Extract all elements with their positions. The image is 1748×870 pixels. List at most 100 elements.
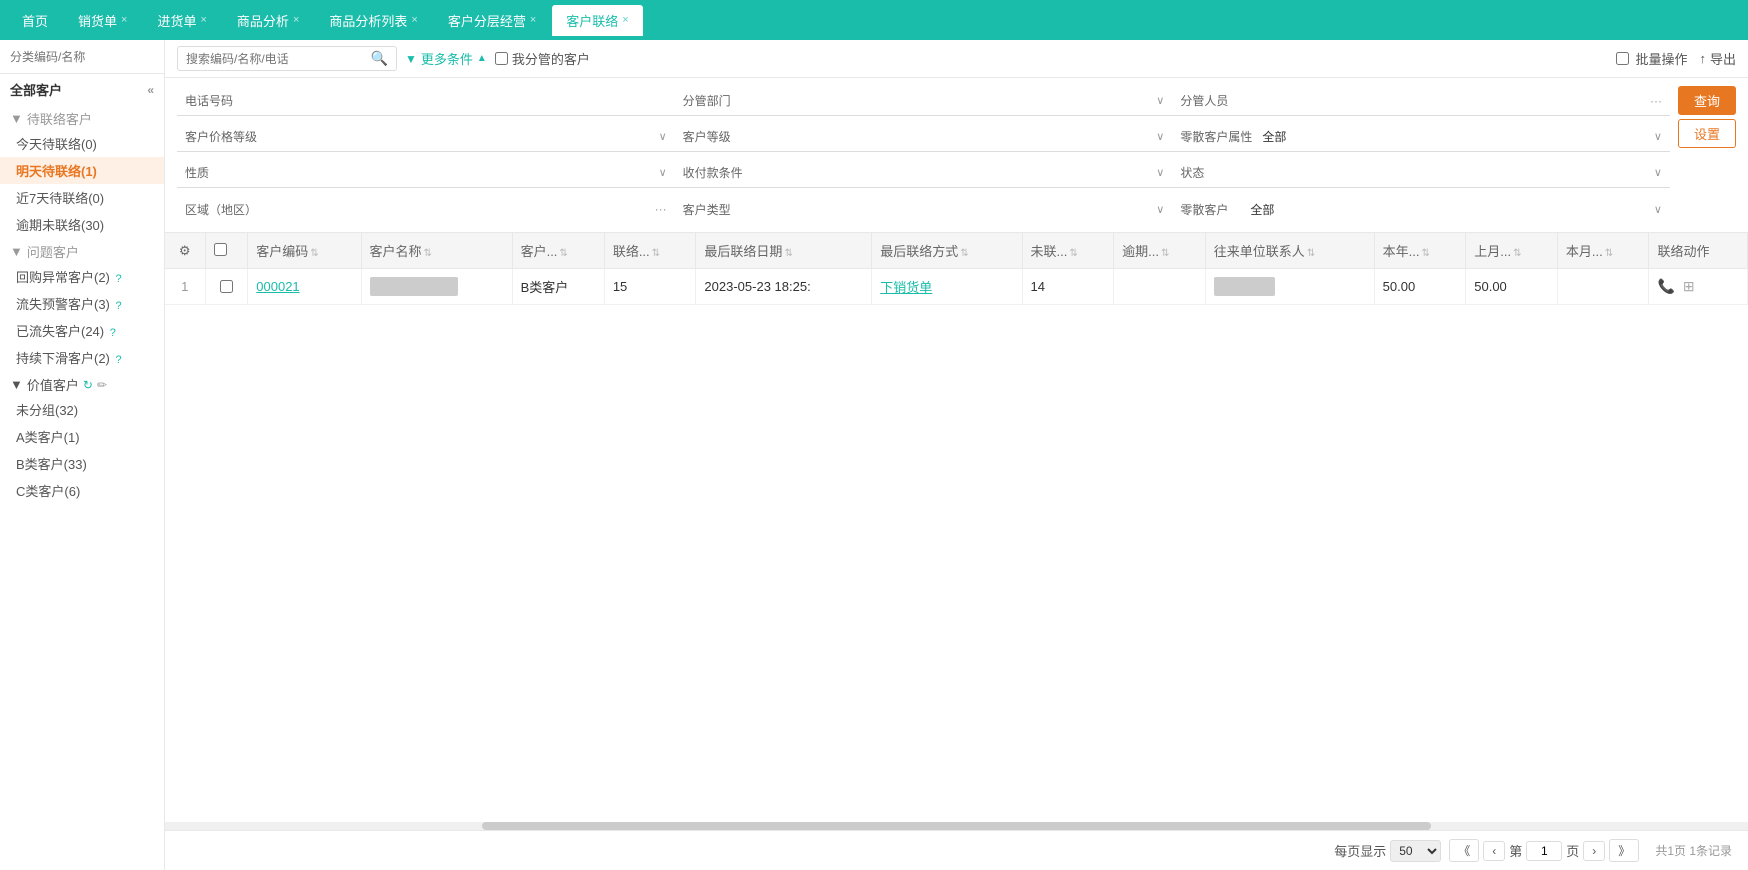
col-type[interactable]: 客户...⇅ — [512, 233, 604, 269]
nav-product-analysis-list[interactable]: 商品分析列表 × — [315, 5, 431, 36]
sort-icon: ⇅ — [1161, 248, 1169, 259]
sidebar-item-repurchase[interactable]: 回购异常客户(2) ? — [0, 263, 164, 290]
close-icon[interactable]: × — [200, 14, 206, 26]
close-icon[interactable]: × — [530, 14, 536, 26]
chevron-down-icon[interactable]: ∨ — [1654, 203, 1662, 216]
status-input[interactable] — [1246, 166, 1648, 180]
col-this-month[interactable]: 本月...⇅ — [1557, 233, 1649, 269]
customer-type-input[interactable] — [749, 202, 1151, 216]
chevron-down-icon[interactable]: ∨ — [1156, 203, 1164, 216]
close-icon[interactable]: × — [293, 14, 299, 26]
first-page-button[interactable]: 《 — [1449, 839, 1479, 862]
row-checkbox-cell — [205, 269, 248, 305]
col-last-date[interactable]: 最后联络日期⇅ — [696, 233, 872, 269]
payment-input[interactable] — [749, 166, 1151, 180]
sidebar-item-ungrouped[interactable]: 未分组(32) — [0, 396, 164, 423]
customer-level-input[interactable] — [749, 130, 1151, 144]
prev-page-button[interactable]: ‹ — [1483, 841, 1505, 861]
sidebar-item-b-class[interactable]: B类客户(33) — [0, 450, 164, 477]
chevron-down-icon[interactable]: ∨ — [659, 130, 667, 143]
status-label: 状态 — [1180, 164, 1240, 181]
search-box[interactable]: 🔍 — [177, 46, 397, 71]
sidebar-item-today[interactable]: 今天待联络(0) — [0, 130, 164, 157]
more-filter-button[interactable]: ▼ 更多条件 ▲ — [405, 49, 487, 68]
page-number-input[interactable] — [1526, 841, 1562, 861]
search-icon[interactable]: 🔍 — [371, 50, 388, 67]
col-gear[interactable]: ⚙ — [165, 233, 205, 269]
last-page-button[interactable]: 》 — [1609, 839, 1639, 862]
horizontal-scrollbar[interactable] — [165, 822, 1748, 830]
row-last-method[interactable]: 下销货单 — [872, 269, 1022, 305]
row-code[interactable]: 000021 — [248, 269, 361, 305]
dept-input[interactable] — [749, 94, 1151, 108]
row-checkbox[interactable] — [220, 280, 233, 293]
table-row: 1 000021 B类客户 15 2023-05-23 18:25: 下销货单 … — [165, 269, 1748, 305]
sidebar-item-tomorrow[interactable]: 明天待联络(1) — [0, 157, 164, 184]
search-input[interactable] — [186, 52, 371, 66]
chevron-down-icon[interactable]: ∨ — [1156, 166, 1164, 179]
col-name[interactable]: 客户名称⇅ — [361, 233, 512, 269]
grid-action-icon[interactable]: ⊞ — [1683, 278, 1695, 295]
sidebar-item-declining[interactable]: 持续下滑客户(2) ? — [0, 344, 164, 371]
chevron-down-icon[interactable]: ∨ — [659, 166, 667, 179]
nav-customer-segment[interactable]: 客户分层经营 × — [434, 5, 550, 36]
sidebar-group-problem[interactable]: ▼ 问题客户 — [0, 238, 164, 263]
chevron-down-icon[interactable]: ∨ — [1156, 130, 1164, 143]
sidebar-item-a-class[interactable]: A类客户(1) — [0, 423, 164, 450]
sidebar-search-box[interactable]: 🔍 — [0, 40, 164, 74]
col-code[interactable]: 客户编码⇅ — [248, 233, 361, 269]
sidebar-item-overdue[interactable]: 逾期未联络(30) — [0, 211, 164, 238]
chevron-down-icon[interactable]: ∨ — [1654, 166, 1662, 179]
phone-input[interactable] — [251, 94, 667, 108]
close-icon[interactable]: × — [411, 14, 417, 26]
phone-action-icon[interactable]: 📞 — [1657, 278, 1674, 295]
settings-button[interactable]: 设置 — [1678, 119, 1736, 148]
edit-icon[interactable]: ✏ — [97, 378, 107, 392]
manager-input[interactable] — [1246, 94, 1644, 108]
page-size-select[interactable]: 50 100 200 — [1390, 840, 1441, 862]
col-this-year[interactable]: 本年...⇅ — [1374, 233, 1466, 269]
sidebar-group-value[interactable]: ▼ 价值客户 ↻ ✏ — [0, 371, 164, 396]
sidebar-search-input[interactable] — [10, 50, 165, 64]
nav-customer-contact[interactable]: 客户联络 × — [552, 5, 642, 36]
scrollbar-thumb[interactable] — [482, 822, 1432, 830]
group-title: 待联络客户 — [27, 109, 92, 128]
col-contact-person[interactable]: 往来单位联系人⇅ — [1205, 233, 1374, 269]
nav-product-analysis[interactable]: 商品分析 × — [223, 5, 313, 36]
refresh-icon[interactable]: ↻ — [83, 378, 93, 392]
sidebar-item-lost[interactable]: 已流失客户(24) ? — [0, 317, 164, 344]
col-contact-count[interactable]: 联络...⇅ — [604, 233, 696, 269]
sidebar-item-7days[interactable]: 近7天待联络(0) — [0, 184, 164, 211]
sidebar-item-lostwarning[interactable]: 流失预警客户(3) ? — [0, 290, 164, 317]
batch-operation-button[interactable]: 批量操作 — [1616, 49, 1687, 68]
batch-checkbox[interactable] — [1616, 52, 1629, 65]
nav-home[interactable]: 首页 — [8, 5, 62, 36]
col-last-month[interactable]: 上月...⇅ — [1466, 233, 1558, 269]
close-icon[interactable]: × — [622, 14, 628, 26]
more-icon[interactable]: ··· — [655, 202, 667, 216]
export-button[interactable]: ↑ 导出 — [1699, 49, 1736, 68]
export-icon: ↑ — [1699, 51, 1706, 66]
price-level-input[interactable] — [263, 130, 653, 144]
chevron-down-icon[interactable]: ∨ — [1156, 94, 1164, 107]
next-page-button[interactable]: › — [1583, 841, 1605, 861]
col-overdue[interactable]: 逾期...⇅ — [1114, 233, 1206, 269]
more-icon[interactable]: ··· — [1650, 94, 1662, 108]
my-customer-checkbox[interactable] — [495, 52, 508, 65]
select-all-checkbox[interactable] — [214, 243, 227, 256]
sidebar-item-c-class[interactable]: C类客户(6) — [0, 477, 164, 504]
my-customer-checkbox-label[interactable]: 我分管的客户 — [495, 49, 590, 68]
sidebar-group-pending[interactable]: ▼ 待联络客户 — [0, 105, 164, 130]
sidebar-all-customers[interactable]: 全部客户 « — [0, 74, 164, 105]
query-button[interactable]: 查询 — [1678, 86, 1736, 115]
content-area: 🔍 ▼ 更多条件 ▲ 我分管的客户 批量操作 ↑ 导出 — [165, 40, 1748, 870]
nav-purchase-order[interactable]: 进货单 × — [143, 5, 220, 36]
region-input[interactable] — [263, 202, 649, 216]
chevron-down-icon[interactable]: ∨ — [1654, 130, 1662, 143]
row-last-date: 2023-05-23 18:25: — [696, 269, 872, 305]
col-last-method[interactable]: 最后联络方式⇅ — [872, 233, 1022, 269]
nav-sales-order[interactable]: 销货单 × — [64, 5, 141, 36]
nature-input[interactable] — [251, 166, 653, 180]
close-icon[interactable]: × — [121, 14, 127, 26]
col-unlink-days[interactable]: 未联...⇅ — [1022, 233, 1114, 269]
